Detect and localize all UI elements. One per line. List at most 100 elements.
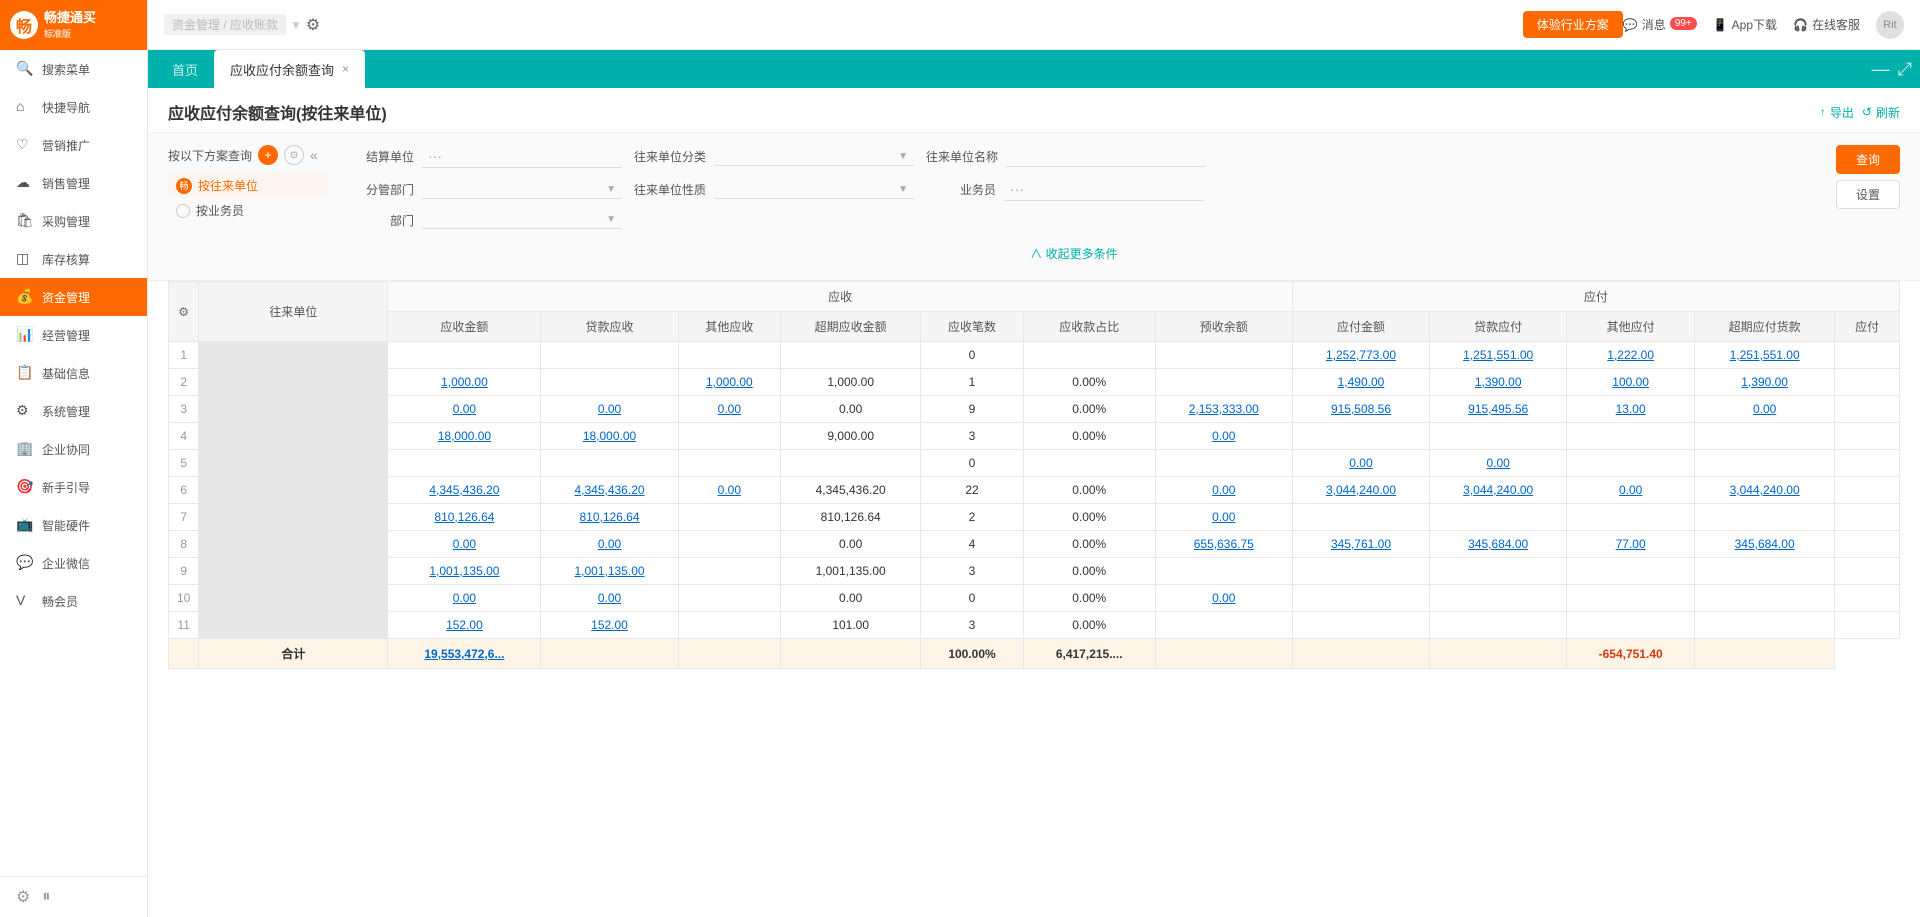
row-ar-prepay[interactable]: 0.00 [1155, 477, 1292, 504]
user-avatar[interactable]: Rit [1876, 11, 1904, 39]
row-ap-overdue[interactable] [1695, 585, 1835, 612]
row-ar-other[interactable]: 0.00 [678, 477, 780, 504]
sidebar-item-purchase[interactable]: 🛍 采购管理 [0, 202, 147, 240]
row-ap-overdue[interactable] [1695, 612, 1835, 639]
row-ar-other[interactable] [678, 612, 780, 639]
row-ar-loan[interactable] [541, 342, 678, 369]
row-ap-other[interactable]: 100.00 [1567, 369, 1695, 396]
row-ap-overdue[interactable] [1695, 423, 1835, 450]
row-ar-loan[interactable]: 1,001,135.00 [541, 558, 678, 585]
add-scheme-button[interactable]: + [258, 145, 278, 165]
dept-input[interactable]: ▼ [422, 211, 622, 229]
row-ar-prepay[interactable]: 0.00 [1155, 423, 1292, 450]
row-ar-amount[interactable]: 0.00 [388, 396, 541, 423]
row-ap-overdue[interactable]: 3,044,240.00 [1695, 477, 1835, 504]
row-ar-loan[interactable]: 152.00 [541, 612, 678, 639]
tab-minimize-icon[interactable]: — [1872, 59, 1890, 80]
row-ap-loan[interactable]: 3,044,240.00 [1430, 477, 1567, 504]
row-ap-loan[interactable] [1430, 558, 1567, 585]
row-ap-other[interactable] [1567, 423, 1695, 450]
sidebar-item-basic[interactable]: 📋 基础信息 [0, 354, 147, 392]
tab-maximize-icon[interactable]: ⤢ [1898, 59, 1912, 80]
row-ap-other[interactable]: 1,222.00 [1567, 342, 1695, 369]
row-ap-overdue[interactable] [1695, 450, 1835, 477]
query-button[interactable]: 查询 [1836, 145, 1900, 174]
promo-button[interactable]: 体验行业方案 [1523, 11, 1623, 38]
filter-more-button[interactable]: ∧ 收起更多条件 [344, 239, 1804, 268]
row-ar-other[interactable] [678, 450, 780, 477]
row-ar-loan[interactable] [541, 369, 678, 396]
row-ap-amount[interactable]: 915,508.56 [1292, 396, 1429, 423]
row-ar-prepay[interactable]: 655,636.75 [1155, 531, 1292, 558]
row-ar-other[interactable] [678, 342, 780, 369]
row-ar-amount[interactable]: 810,126.64 [388, 504, 541, 531]
scheme-settings-icon[interactable]: ⊙ [284, 145, 304, 165]
sidebar-item-sales[interactable]: ☁ 销售管理 [0, 164, 147, 202]
row-ar-other[interactable] [678, 423, 780, 450]
row-ap-loan[interactable] [1430, 585, 1567, 612]
row-ap-other[interactable] [1567, 504, 1695, 531]
settings-icon[interactable]: ⚙ [16, 887, 30, 907]
sidebar-item-finance[interactable]: 💰 资金管理 [0, 278, 147, 316]
message-button[interactable]: 💬 消息 99+ [1623, 16, 1697, 33]
row-ar-amount[interactable] [388, 342, 541, 369]
row-ap-amount[interactable] [1292, 612, 1429, 639]
collapse-icon[interactable]: ⏸ [42, 888, 50, 906]
row-ap-overdue[interactable]: 1,390.00 [1695, 369, 1835, 396]
row-ar-amount[interactable]: 4,345,436.20 [388, 477, 541, 504]
row-ap-other[interactable] [1567, 558, 1695, 585]
row-ap-loan[interactable]: 1,390.00 [1430, 369, 1567, 396]
row-ap-loan[interactable]: 345,684.00 [1430, 531, 1567, 558]
sidebar-item-quicknav[interactable]: ⌂ 快捷导航 [0, 88, 147, 126]
col-settings[interactable]: ⚙ [169, 282, 199, 342]
row-ar-prepay[interactable] [1155, 369, 1292, 396]
refresh-button[interactable]: ↺ 刷新 [1862, 104, 1900, 121]
row-ar-loan[interactable]: 18,000.00 [541, 423, 678, 450]
row-ar-amount[interactable]: 18,000.00 [388, 423, 541, 450]
sidebar-item-hardware[interactable]: 📺 智能硬件 [0, 506, 147, 544]
scheme-by-partner[interactable]: 畅 按往来单位 [168, 173, 328, 198]
partner-name-input[interactable] [1006, 146, 1206, 167]
tab-close-icon[interactable]: × [342, 62, 349, 76]
row-ap-overdue[interactable] [1695, 504, 1835, 531]
partner-category-input[interactable]: ▼ [714, 148, 914, 166]
row-ar-other[interactable]: 1,000.00 [678, 369, 780, 396]
sidebar-item-operation[interactable]: 📊 经营管理 [0, 316, 147, 354]
row-ar-loan[interactable]: 810,126.64 [541, 504, 678, 531]
row-ap-amount[interactable] [1292, 423, 1429, 450]
row-ap-amount[interactable]: 1,490.00 [1292, 369, 1429, 396]
row-ap-loan[interactable] [1430, 504, 1567, 531]
sidebar-item-search[interactable]: 🔍 搜索菜单 [0, 50, 147, 88]
row-ap-other[interactable] [1567, 585, 1695, 612]
row-ap-overdue[interactable]: 0.00 [1695, 396, 1835, 423]
row-ar-other[interactable] [678, 531, 780, 558]
app-download-button[interactable]: 📱 App下载 [1713, 16, 1777, 33]
row-ap-loan[interactable] [1430, 423, 1567, 450]
row-ap-loan[interactable] [1430, 612, 1567, 639]
row-ar-prepay[interactable] [1155, 450, 1292, 477]
row-ar-amount[interactable]: 1,001,135.00 [388, 558, 541, 585]
row-ar-loan[interactable]: 0.00 [541, 531, 678, 558]
row-ar-loan[interactable]: 4,345,436.20 [541, 477, 678, 504]
row-ap-amount[interactable]: 3,044,240.00 [1292, 477, 1429, 504]
row-ar-amount[interactable]: 0.00 [388, 531, 541, 558]
row-ar-amount[interactable]: 152.00 [388, 612, 541, 639]
row-ar-other[interactable] [678, 504, 780, 531]
row-ar-loan[interactable] [541, 450, 678, 477]
row-ap-loan[interactable]: 915,495.56 [1430, 396, 1567, 423]
row-ar-prepay[interactable] [1155, 612, 1292, 639]
online-service-button[interactable]: 🎧 在线客服 [1793, 16, 1860, 33]
tab-home[interactable]: 首页 [156, 50, 214, 88]
row-ar-loan[interactable]: 0.00 [541, 396, 678, 423]
scheme-by-salesman[interactable]: 按业务员 [168, 198, 328, 223]
sidebar-item-enterprise[interactable]: 🏢 企业协同 [0, 430, 147, 468]
row-ap-amount[interactable]: 0.00 [1292, 450, 1429, 477]
salesman-input[interactable]: ··· [1004, 178, 1204, 201]
row-ap-other[interactable]: 0.00 [1567, 477, 1695, 504]
tab-ar-balance[interactable]: 应收应付余额查询 × [214, 50, 365, 88]
row-ap-other[interactable]: 13.00 [1567, 396, 1695, 423]
sidebar-item-vip[interactable]: V 畅会员 [0, 582, 147, 620]
row-ap-amount[interactable]: 345,761.00 [1292, 531, 1429, 558]
sidebar-item-system[interactable]: ⚙ 系统管理 [0, 392, 147, 430]
row-ar-prepay[interactable] [1155, 558, 1292, 585]
